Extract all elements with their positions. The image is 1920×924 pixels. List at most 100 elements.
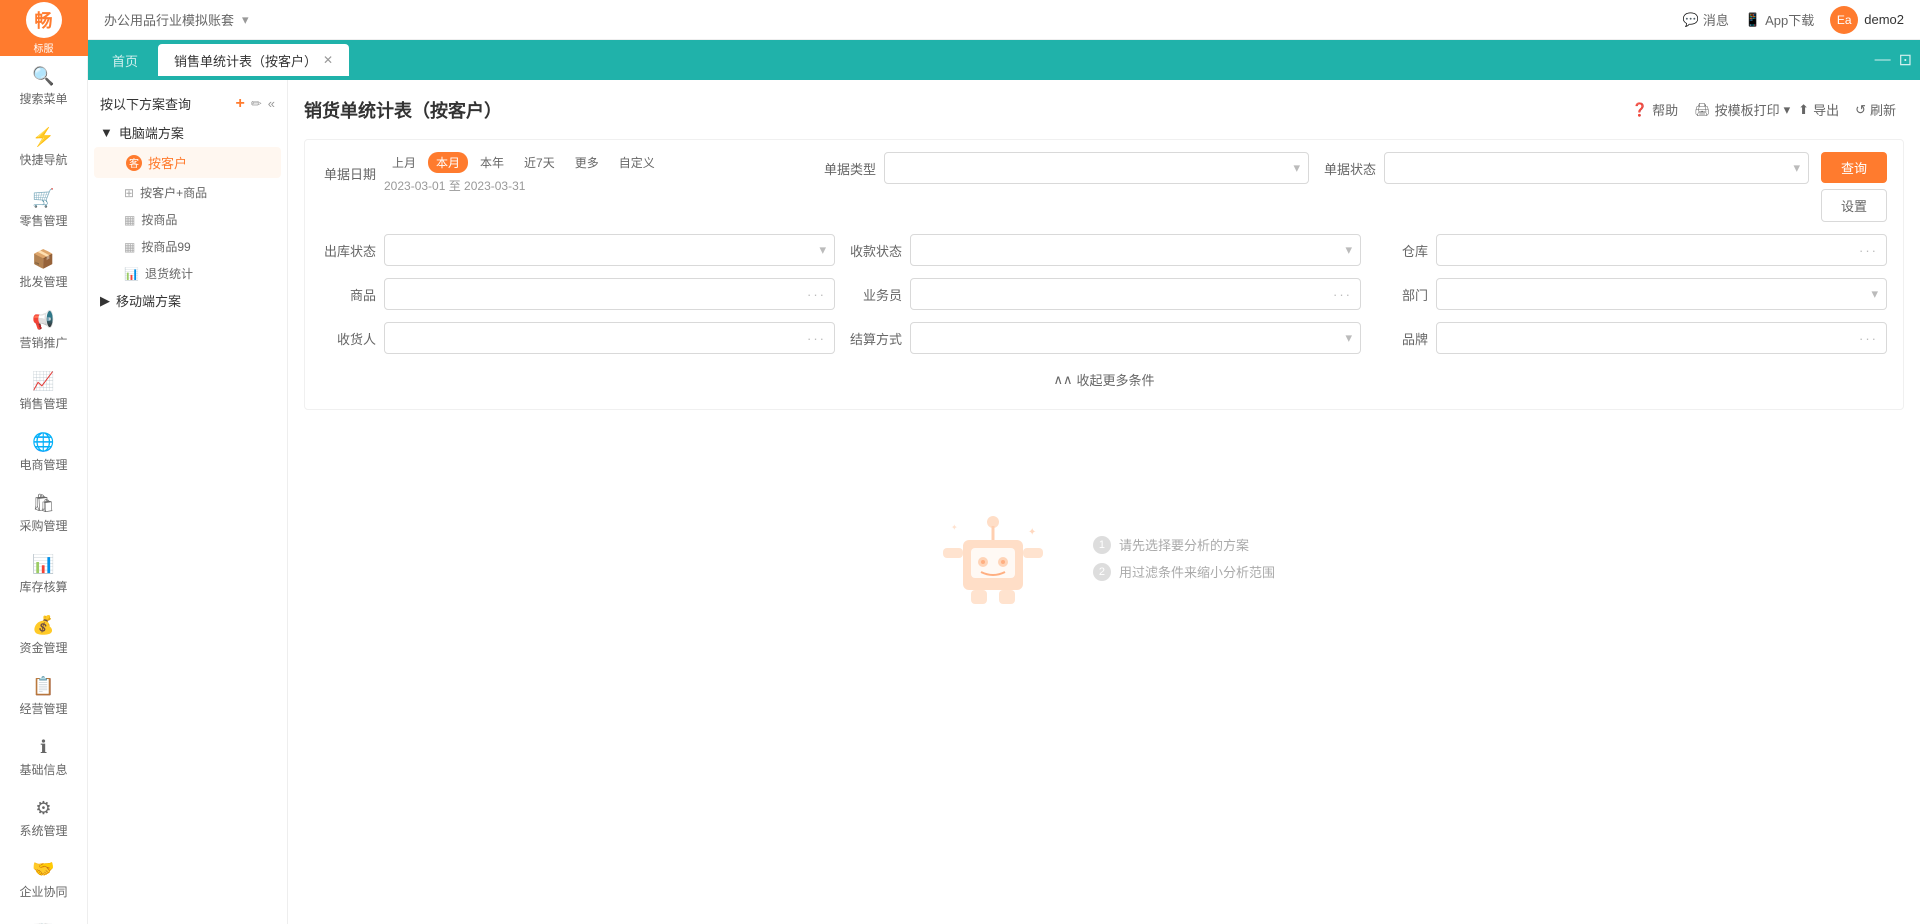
content-area: 按以下方案查询 + ✏ « ▼ 电脑端方案 客 按客户 ⊞ bbox=[88, 80, 1920, 924]
scheme-sub-icon-2: ▦ bbox=[124, 213, 135, 227]
scheme-mobile-category[interactable]: ▶ 移动端方案 bbox=[88, 287, 287, 314]
date-pill-last-month[interactable]: 上月 bbox=[384, 152, 424, 173]
collapse-more-bar[interactable]: ∧∧ 收起更多条件 bbox=[321, 362, 1887, 397]
sidebar-item-purchase[interactable]: 🛍 采购管理 bbox=[0, 483, 87, 544]
newbie-icon: 📖 bbox=[32, 920, 54, 924]
shortcut-icon: ⚡ bbox=[32, 127, 54, 148]
scheme-item-by-customer[interactable]: 客 按客户 bbox=[94, 147, 281, 178]
app-download-button[interactable]: 📱 App下载 bbox=[1745, 10, 1814, 29]
scheme-item-refund-stats[interactable]: 📊 退货统计 bbox=[88, 260, 287, 287]
sidebar-item-inventory[interactable]: 📊 库存核算 bbox=[0, 544, 87, 605]
scheme-item-refund-stats-label: 退货统计 bbox=[145, 265, 193, 282]
scheme-item-by-customer-product-label: 按客户+商品 bbox=[140, 184, 207, 201]
sidebar-item-shortcut[interactable]: ⚡ 快捷导航 bbox=[0, 117, 87, 178]
payment-status-select[interactable]: ▾ bbox=[910, 234, 1361, 266]
minimize-button[interactable]: — bbox=[1875, 51, 1891, 69]
out-status-select[interactable]: ▾ bbox=[384, 234, 835, 266]
scheme-sub-icon-1: ⊞ bbox=[124, 186, 134, 200]
order-type-select[interactable]: ▾ bbox=[884, 152, 1309, 184]
sidebar-item-system-label: 系统管理 bbox=[19, 822, 67, 839]
logo-icon: 畅 bbox=[26, 2, 62, 38]
scheme-collapse-button[interactable]: « bbox=[268, 96, 275, 111]
date-pill-7days[interactable]: 近7天 bbox=[516, 152, 563, 173]
sidebar-item-sales[interactable]: 📈 销售管理 bbox=[0, 361, 87, 422]
tab-home[interactable]: 首页 bbox=[96, 44, 154, 76]
logo-text: 标服 bbox=[34, 40, 54, 55]
pc-category-label: 电脑端方案 bbox=[119, 123, 184, 142]
date-pill-this-year[interactable]: 本年 bbox=[472, 152, 512, 173]
user-area[interactable]: Ea demo2 bbox=[1830, 6, 1904, 34]
consignee-dots: ··· bbox=[807, 331, 826, 346]
sidebar-item-system[interactable]: ⚙ 系统管理 bbox=[0, 788, 87, 849]
hint-text-1: 请先选择要分析的方案 bbox=[1119, 535, 1249, 554]
product-select[interactable]: ··· bbox=[384, 278, 835, 310]
empty-hint-item-1: 1 请先选择要分析的方案 bbox=[1093, 535, 1275, 554]
date-pill-custom[interactable]: 自定义 bbox=[611, 152, 663, 173]
consignee-filter: 收货人 ··· bbox=[321, 322, 835, 354]
refresh-label: 刷新 bbox=[1870, 100, 1896, 119]
sidebar-item-newbie[interactable]: 📖 新手引导 bbox=[0, 910, 87, 924]
order-status-dropdown-icon: ▾ bbox=[1793, 160, 1800, 176]
template-print-dropdown-icon: ▾ bbox=[1784, 102, 1791, 118]
date-pill-this-month[interactable]: 本月 bbox=[428, 152, 468, 173]
help-button[interactable]: ❓ 帮助 bbox=[1624, 96, 1686, 123]
sidebar-item-operations[interactable]: 📋 经营管理 bbox=[0, 666, 87, 727]
department-select[interactable]: ▾ bbox=[1436, 278, 1887, 310]
export-button[interactable]: ⬆ 导出 bbox=[1798, 100, 1839, 119]
user-initials: Ea bbox=[1837, 13, 1852, 27]
scheme-item-by-customer-product[interactable]: ⊞ 按客户+商品 bbox=[88, 179, 287, 206]
consignee-label: 收货人 bbox=[321, 329, 376, 348]
sidebar-item-search[interactable]: 🔍 搜索菜单 bbox=[0, 56, 87, 117]
empty-robot-svg: ✦ ✦ bbox=[933, 490, 1053, 610]
settlement-select[interactable]: ▾ bbox=[910, 322, 1361, 354]
app-logo: 畅 标服 bbox=[0, 0, 88, 56]
scheme-item-by-customer-label: 按客户 bbox=[148, 153, 187, 172]
sidebar-item-retail[interactable]: 🛒 零售管理 bbox=[0, 178, 87, 239]
order-date-filter: 单据日期 上月 本月 本年 近7天 更多 自定义 20 bbox=[321, 152, 809, 194]
sidebar-item-finance[interactable]: 💰 资金管理 bbox=[0, 605, 87, 666]
date-pill-more[interactable]: 更多 bbox=[567, 152, 607, 173]
sidebar-item-enterprise[interactable]: 🤝 企业协同 bbox=[0, 849, 87, 910]
consignee-select[interactable]: ··· bbox=[384, 322, 835, 354]
scheme-pc-category[interactable]: ▼ 电脑端方案 bbox=[88, 119, 287, 146]
query-button[interactable]: 查询 bbox=[1821, 152, 1887, 183]
scheme-edit-button[interactable]: ✏ bbox=[251, 96, 262, 112]
department-label: 部门 bbox=[1373, 285, 1428, 304]
collapse-more-label: 收起更多条件 bbox=[1077, 370, 1155, 389]
sidebar-item-wholesale[interactable]: 📦 批发管理 bbox=[0, 239, 87, 300]
page-title: 销货单统计表（按客户） bbox=[304, 97, 502, 123]
salesperson-filter: 业务员 ··· bbox=[847, 278, 1361, 310]
maximize-button[interactable]: ⊡ bbox=[1899, 50, 1912, 70]
order-status-select[interactable]: ▾ bbox=[1384, 152, 1809, 184]
scheme-add-button[interactable]: + bbox=[236, 95, 245, 113]
salesperson-select[interactable]: ··· bbox=[910, 278, 1361, 310]
order-status-filter: 单据状态 ▾ bbox=[1321, 152, 1809, 184]
setting-button[interactable]: 设置 bbox=[1821, 189, 1887, 222]
scheme-item-by-product[interactable]: ▦ 按商品 bbox=[88, 206, 287, 233]
search-icon: 🔍 bbox=[32, 66, 54, 87]
sidebar-item-basics-label: 基础信息 bbox=[19, 761, 67, 778]
message-button[interactable]: 💬 消息 bbox=[1683, 10, 1729, 29]
brand-select[interactable]: ··· bbox=[1436, 322, 1887, 354]
sidebar-item-ecommerce[interactable]: 🌐 电商管理 bbox=[0, 422, 87, 483]
payment-status-filter: 收款状态 ▾ bbox=[847, 234, 1361, 266]
order-date-label: 单据日期 bbox=[321, 164, 376, 183]
scheme-sub-icon-3: ▦ bbox=[124, 240, 135, 254]
user-name: demo2 bbox=[1864, 12, 1904, 27]
basics-icon: ℹ bbox=[40, 737, 47, 758]
template-print-button[interactable]: 🖨 按模板打印 ▾ bbox=[1694, 100, 1790, 119]
scheme-sub-icon-4: 📊 bbox=[124, 267, 139, 281]
tab-bar: 首页 销售单统计表（按客户） ✕ — ⊡ bbox=[88, 40, 1920, 80]
warehouse-select[interactable]: ··· bbox=[1436, 234, 1887, 266]
sidebar-item-basics[interactable]: ℹ 基础信息 bbox=[0, 727, 87, 788]
sidebar-item-marketing[interactable]: 📢 营销推广 bbox=[0, 300, 87, 361]
scheme-item-by-product-99[interactable]: ▦ 按商品99 bbox=[88, 233, 287, 260]
breadcrumb-dropdown-icon[interactable]: ▾ bbox=[242, 12, 249, 28]
template-print-label: 按模板打印 bbox=[1715, 100, 1780, 119]
marketing-icon: 📢 bbox=[32, 310, 54, 331]
right-content: 销货单统计表（按客户） ❓ 帮助 🖨 按模板打印 ▾ ⬆ bbox=[288, 80, 1920, 924]
tab-close-button[interactable]: ✕ bbox=[323, 53, 333, 67]
tab-sales-stats[interactable]: 销售单统计表（按客户） ✕ bbox=[158, 44, 349, 76]
refresh-button[interactable]: ↺ 刷新 bbox=[1847, 96, 1904, 123]
wholesale-icon: 📦 bbox=[32, 249, 54, 270]
